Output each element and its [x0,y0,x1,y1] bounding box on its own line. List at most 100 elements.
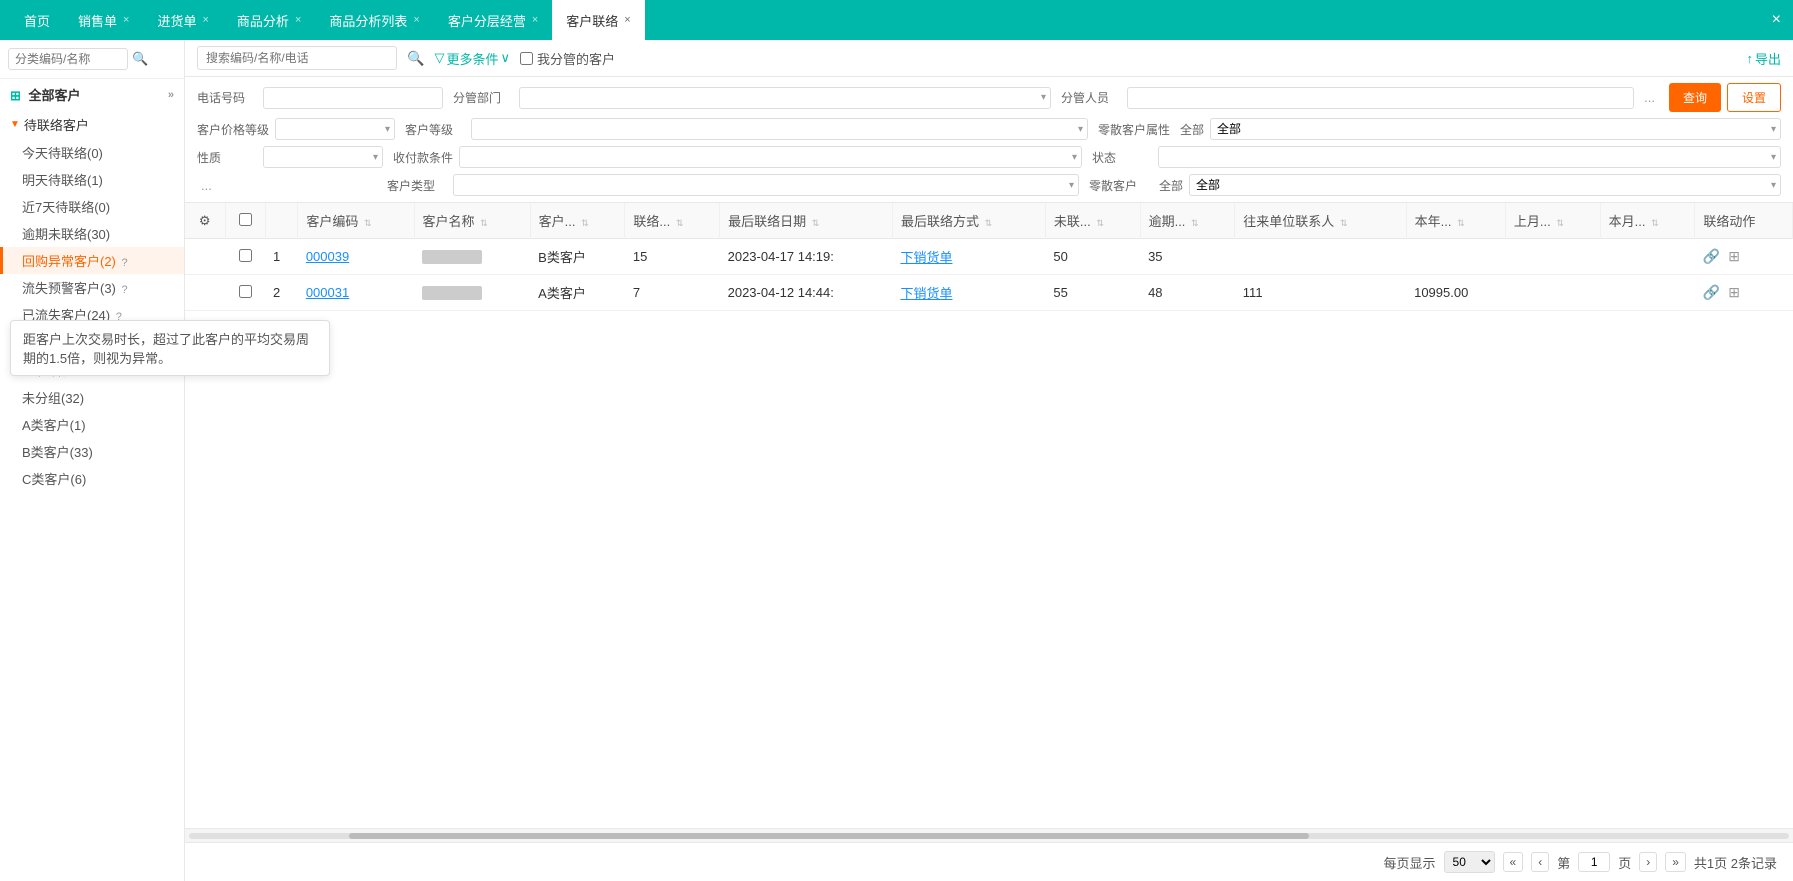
price-level-select[interactable] [275,118,395,140]
nav-close-product-analysis-list[interactable]: × [413,14,419,26]
phone-input[interactable] [263,87,443,109]
nav-close-sales-order[interactable]: × [123,14,129,26]
status-select[interactable] [1158,146,1781,168]
nav-home[interactable]: 首页 [10,0,64,40]
row-select-checkbox[interactable] [239,285,252,298]
col-checkbox[interactable] [225,203,265,239]
payment-terms-select[interactable] [459,146,1082,168]
search-input[interactable] [197,46,397,70]
row-settings [185,275,225,311]
sidebar-collapse-icon[interactable]: » [168,89,174,101]
col-this-year[interactable]: 本年... ⇅ [1406,203,1505,239]
sidebar-search-icon[interactable]: 🔍 [132,51,148,67]
page-size-select[interactable]: 50 100 200 [1444,851,1495,873]
sidebar-tomorrow-pending[interactable]: 明天待联络(1) [0,166,184,193]
action-grid-icon[interactable]: ⊞ [1728,248,1740,265]
row-checkbox[interactable] [225,239,265,275]
nav-close-customer-tier[interactable]: × [532,14,538,26]
col-overdue[interactable]: 逾期... ⇅ [1140,203,1235,239]
sidebar-pending-contact-group[interactable]: ▼ 待联络客户 [0,110,184,139]
horizontal-scrollbar[interactable] [185,828,1793,842]
more-fields-ellipsis[interactable]: ... [197,178,216,193]
prev-page-btn[interactable]: ‹ [1531,852,1549,872]
sort-icon: ⇅ [985,218,993,228]
select-all-checkbox[interactable] [239,213,252,226]
customer-level-select[interactable] [471,118,1088,140]
filter-branch-person: 分管人员 ... [1061,87,1659,109]
sidebar-b-customers[interactable]: B类客户(33) [0,438,184,465]
sidebar-lost-pre[interactable]: 流失预警客户(3) ? [0,274,184,301]
nav-customer-contact[interactable]: 客户联络 × [552,0,644,40]
action-link-icon[interactable]: 🔗 [1703,248,1720,265]
customer-table: ⚙ 客户编码 ⇅ 客户名称 ⇅ [185,203,1793,311]
branch-person-ellipsis[interactable]: ... [1640,90,1659,105]
col-customer-level[interactable]: 客户... ⇅ [530,203,625,239]
last-page-btn[interactable]: » [1665,852,1686,872]
nav-close-product-analysis[interactable]: × [295,14,301,26]
my-customers-checkbox[interactable] [520,52,533,65]
row-customer-code[interactable]: 000031 [298,275,414,311]
branch-person-input[interactable] [1127,87,1634,109]
filter-payment-terms: 收付款条件 ▾ [393,146,1082,168]
query-button[interactable]: 查询 [1669,83,1721,112]
next-page-btn[interactable]: › [1639,852,1657,872]
page-label2: 页 [1618,853,1631,872]
nav-close-customer-contact[interactable]: × [624,14,630,26]
col-settings[interactable]: ⚙ [185,203,225,239]
sidebar-today-pending[interactable]: 今天待联络(0) [0,139,184,166]
advanced-filters: 电话号码 分管部门 ▾ 分管人员 [185,77,1793,203]
row-select-checkbox[interactable] [239,249,252,262]
row-last-contact-method[interactable]: 下销货单 [892,275,1045,311]
nav-customer-tier[interactable]: 客户分层经营 × [434,0,552,40]
nav-product-analysis-list[interactable]: 商品分析列表 × [315,0,433,40]
sidebar-search-input[interactable] [8,48,128,70]
col-last-contact-date[interactable]: 最后联络日期 ⇅ [720,203,893,239]
settings-icon[interactable]: ⚙ [199,213,211,228]
col-this-month[interactable]: 本月... ⇅ [1600,203,1695,239]
row-checkbox[interactable] [225,275,265,311]
nav-product-analysis[interactable]: 商品分析 × [223,0,315,40]
sidebar-ungrouped[interactable]: 未分组(32) [0,384,184,411]
nav-sales-order[interactable]: 销售单 × [64,0,143,40]
col-partner-contact[interactable]: 往来单位联系人 ⇅ [1235,203,1406,239]
col-contact-count[interactable]: 联络... ⇅ [625,203,720,239]
row-customer-code[interactable]: 000039 [298,239,414,275]
my-customers-checkbox-label[interactable]: 我分管的客户 [520,49,615,68]
col-customer-code[interactable]: 客户编码 ⇅ [298,203,414,239]
export-button[interactable]: ↑ 导出 [1746,49,1781,68]
filter-retail-attr: 零散客户属性 全部 全部 ▾ [1098,118,1781,140]
gender-select[interactable] [263,146,383,168]
nav-window-close[interactable]: × [1772,11,1781,29]
sidebar-a-customers[interactable]: A类客户(1) [0,411,184,438]
top-nav: 首页 销售单 × 进货单 × 商品分析 × 商品分析列表 × 客户分层经营 × … [0,0,1793,40]
sidebar-all-customers[interactable]: ⊞ 全部客户 » [0,79,184,110]
action-grid-icon[interactable]: ⊞ [1728,284,1740,301]
nav-close-purchase-order[interactable]: × [202,14,208,26]
sidebar-7day-pending[interactable]: 近7天待联络(0) [0,193,184,220]
first-page-btn[interactable]: « [1503,852,1524,872]
more-conditions-btn[interactable]: ▽ 更多条件 ∨ [434,49,510,68]
table-row: 2 000031 A类客户 7 2023-04-12 14:44: 下销货单 5… [185,275,1793,311]
retail-attr-select[interactable]: 全部 [1210,118,1781,140]
page-input[interactable] [1578,852,1610,872]
scrollbar-thumb[interactable] [349,833,1309,839]
lost-pre-info-icon[interactable]: ? [122,284,128,296]
action-link-icon[interactable]: 🔗 [1703,284,1720,301]
search-button[interactable]: 🔍 [407,50,424,67]
col-last-contact-method[interactable]: 最后联络方式 ⇅ [892,203,1045,239]
page-label: 第 [1557,853,1570,872]
sidebar-c-customers[interactable]: C类客户(6) [0,465,184,492]
customer-type-select[interactable] [453,174,1079,196]
col-last-month[interactable]: 上月... ⇅ [1505,203,1600,239]
sidebar-overdue-pending[interactable]: 逾期未联络(30) [0,220,184,247]
filter-row-4: ... 客户类型 ▾ 零散客户 全部 全部 [197,174,1781,196]
repurchase-info-icon[interactable]: ? [122,257,128,269]
row-last-contact-method[interactable]: 下销货单 [892,239,1045,275]
nav-purchase-order[interactable]: 进货单 × [143,0,222,40]
branch-dept-select[interactable] [519,87,1051,109]
sidebar-repurchase-abnormal[interactable]: 回购异常客户(2) ? [0,247,184,274]
retail-customer-select[interactable]: 全部 [1189,174,1781,196]
col-customer-name[interactable]: 客户名称 ⇅ [414,203,530,239]
settings-button[interactable]: 设置 [1727,83,1781,112]
col-uncontacted[interactable]: 未联... ⇅ [1045,203,1140,239]
